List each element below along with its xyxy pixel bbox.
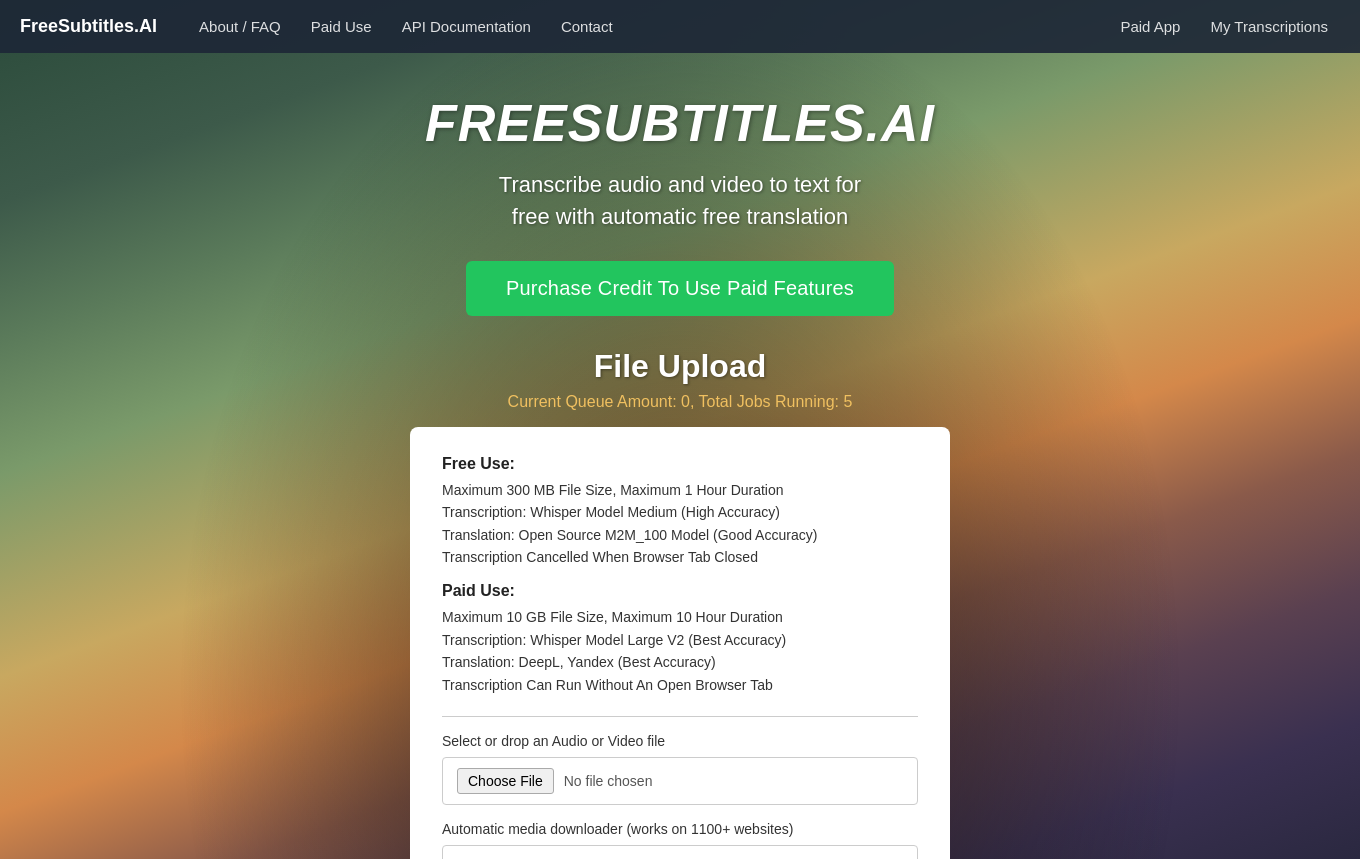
paid-use-detail-4: Transcription Can Run Without An Open Br… <box>442 674 918 696</box>
free-use-detail-4: Transcription Cancelled When Browser Tab… <box>442 546 918 568</box>
free-use-detail-3: Translation: Open Source M2M_100 Model (… <box>442 524 918 546</box>
nav-links: About / FAQ Paid Use API Documentation C… <box>187 12 1108 41</box>
downloader-input[interactable] <box>442 845 918 859</box>
paid-use-heading: Paid Use: <box>442 582 918 600</box>
downloader-label: Automatic media downloader (works on 110… <box>442 821 918 837</box>
free-use-detail-1: Maximum 300 MB File Size, Maximum 1 Hour… <box>442 479 918 501</box>
choose-file-button[interactable]: Choose File <box>457 768 554 794</box>
upload-section-title: File Upload <box>594 348 766 385</box>
file-input-label: Select or drop an Audio or Video file <box>442 733 918 749</box>
free-use-section: Free Use: Maximum 300 MB File Size, Maxi… <box>442 455 918 569</box>
file-input-wrapper[interactable]: Choose File No file chosen <box>442 757 918 805</box>
main-content: FREESUBTITLES.AI Transcribe audio and vi… <box>0 53 1360 859</box>
navbar: FreeSubtitles.AI About / FAQ Paid Use AP… <box>0 0 1360 53</box>
no-file-text: No file chosen <box>564 773 653 789</box>
subtitle-line1: Transcribe audio and video to text for <box>499 172 861 197</box>
free-use-heading: Free Use: <box>442 455 918 473</box>
paid-use-detail-3: Translation: DeepL, Yandex (Best Accurac… <box>442 651 918 673</box>
divider <box>442 716 918 717</box>
paid-use-link[interactable]: Paid Use <box>299 12 384 41</box>
site-subtitle: Transcribe audio and video to text for f… <box>499 169 861 233</box>
paid-use-detail-2: Transcription: Whisper Model Large V2 (B… <box>442 629 918 651</box>
my-transcriptions-link[interactable]: My Transcriptions <box>1198 12 1340 41</box>
subtitle-line2: free with automatic free translation <box>512 204 848 229</box>
contact-link[interactable]: Contact <box>549 12 625 41</box>
nav-right: Paid App My Transcriptions <box>1108 12 1340 41</box>
api-docs-link[interactable]: API Documentation <box>390 12 543 41</box>
site-title: FREESUBTITLES.AI <box>425 93 935 153</box>
paid-app-link[interactable]: Paid App <box>1108 12 1192 41</box>
paid-use-section: Paid Use: Maximum 10 GB File Size, Maxim… <box>442 582 918 696</box>
queue-info: Current Queue Amount: 0, Total Jobs Runn… <box>508 393 853 411</box>
free-use-detail-2: Transcription: Whisper Model Medium (Hig… <box>442 501 918 523</box>
purchase-credit-button[interactable]: Purchase Credit To Use Paid Features <box>466 261 894 316</box>
upload-card: Free Use: Maximum 300 MB File Size, Maxi… <box>410 427 950 859</box>
about-faq-link[interactable]: About / FAQ <box>187 12 293 41</box>
nav-brand[interactable]: FreeSubtitles.AI <box>20 16 157 37</box>
paid-use-detail-1: Maximum 10 GB File Size, Maximum 10 Hour… <box>442 606 918 628</box>
